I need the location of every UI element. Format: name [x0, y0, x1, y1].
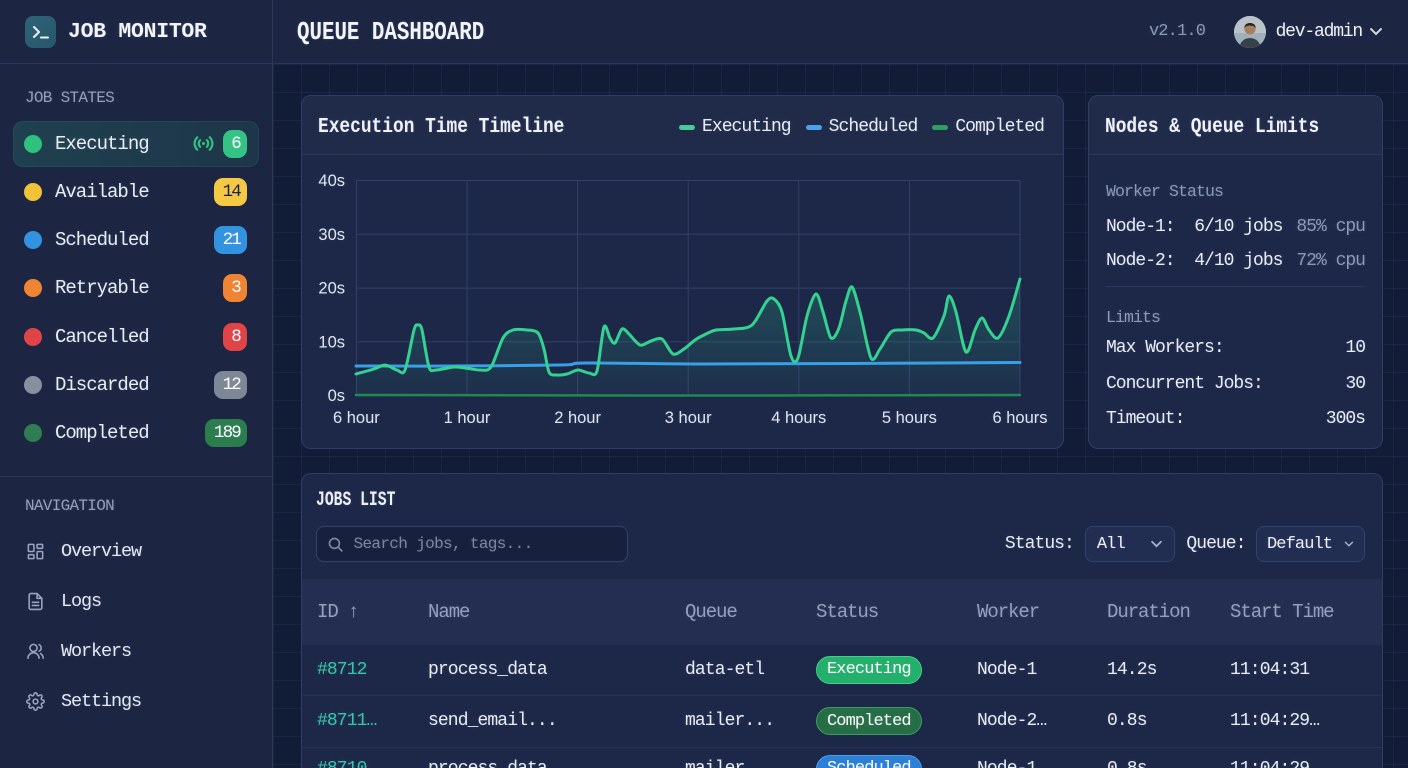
svg-text:0s: 0s [328, 387, 345, 405]
svg-text:6 hours: 6 hours [992, 409, 1047, 427]
svg-text:40s: 40s [318, 172, 345, 190]
svg-text:4 hours: 4 hours [771, 409, 826, 427]
svg-text:1 hour: 1 hour [444, 409, 491, 427]
svg-text:2 hour: 2 hour [554, 409, 601, 427]
svg-text:10s: 10s [318, 333, 345, 351]
svg-text:6 hour: 6 hour [333, 409, 380, 427]
svg-text:20s: 20s [318, 280, 345, 298]
svg-text:5 hours: 5 hours [882, 409, 937, 427]
svg-text:30s: 30s [318, 226, 345, 244]
svg-text:3 hour: 3 hour [665, 409, 712, 427]
